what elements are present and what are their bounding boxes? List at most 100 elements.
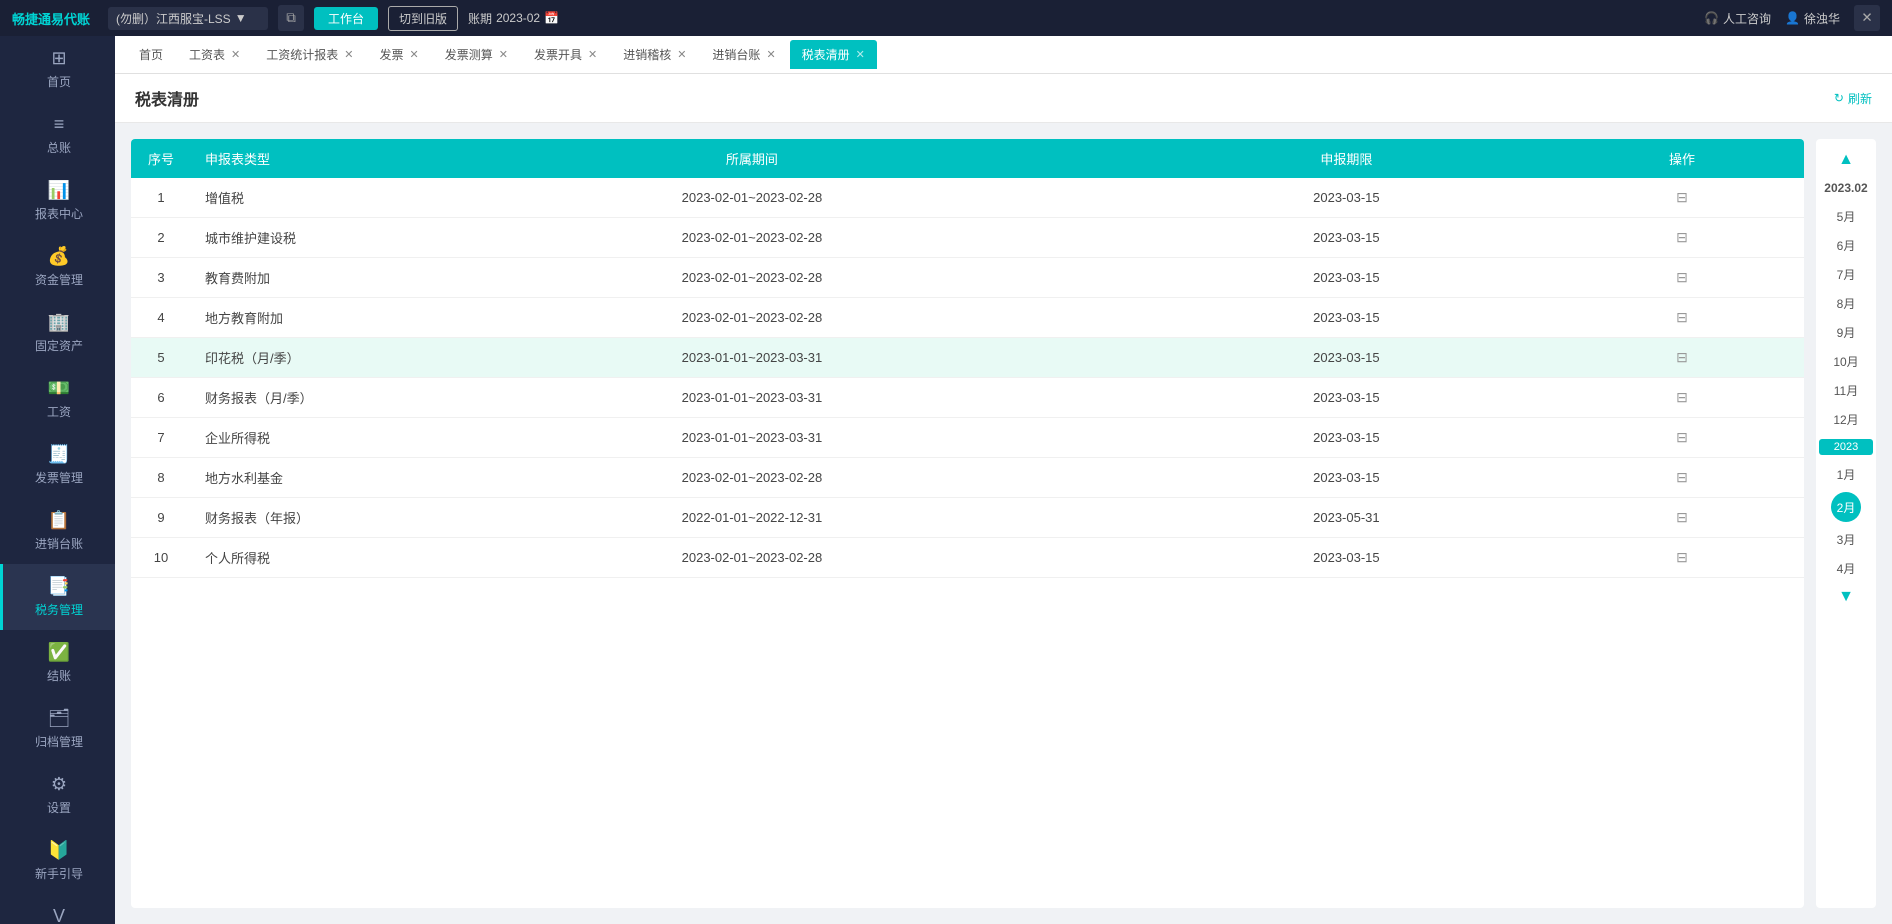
sidebar-item-payroll[interactable]: 💵 工资 — [0, 366, 115, 432]
sidebar-item-tax[interactable]: 📑 税务管理 — [0, 564, 115, 630]
tab-tax-clearance-close[interactable]: ✕ — [856, 48, 865, 61]
sidebar-item-home[interactable]: ⊞ 首页 — [0, 36, 115, 102]
action-icon[interactable]: ⊟ — [1676, 469, 1688, 485]
sidebar-item-ledger[interactable]: ≡ 总账 — [0, 102, 115, 168]
tab-payroll-stats-close[interactable]: ✕ — [344, 48, 353, 61]
closing-icon: ✅ — [48, 642, 70, 663]
side-panel-month-8[interactable]: 8月 — [1816, 290, 1876, 317]
service-button[interactable]: 🎧 人工咨询 — [1704, 10, 1771, 27]
tab-invoice-open-close[interactable]: ✕ — [588, 48, 597, 61]
tab-home[interactable]: 首页 — [127, 40, 175, 69]
action-icon[interactable]: ⊟ — [1676, 429, 1688, 445]
vip-icon: V — [53, 906, 65, 924]
tab-home-label: 首页 — [139, 46, 163, 63]
company-name: (勿删）江西服宝-LSS — [116, 10, 231, 27]
cell-action: ⊟ — [1560, 178, 1804, 218]
sidebar-label-archive: 归档管理 — [35, 733, 83, 750]
side-panel-month-5[interactable]: 5月 — [1816, 203, 1876, 230]
side-panel-year-2023: 2023 — [1819, 439, 1873, 455]
reports-icon: 📊 — [48, 180, 70, 201]
side-panel-month-6[interactable]: 6月 — [1816, 232, 1876, 259]
side-panel-month-7[interactable]: 7月 — [1816, 261, 1876, 288]
cell-period: 2023-02-01~2023-02-28 — [371, 538, 1133, 578]
action-icon[interactable]: ⊟ — [1676, 309, 1688, 325]
tab-invoice-calc-label: 发票测算 — [445, 46, 493, 63]
cell-no: 9 — [131, 498, 191, 538]
refresh-button[interactable]: ↻ 刷新 — [1834, 90, 1872, 107]
side-panel-month-2-active[interactable]: 2月 — [1831, 492, 1861, 522]
side-panel-month-9[interactable]: 9月 — [1816, 319, 1876, 346]
home-icon: ⊞ — [51, 48, 66, 69]
tab-invoice-calc[interactable]: 发票测算 ✕ — [433, 40, 520, 69]
side-panel-month-3[interactable]: 3月 — [1816, 526, 1876, 553]
sidebar-item-fund[interactable]: 💰 资金管理 — [0, 234, 115, 300]
action-icon[interactable]: ⊟ — [1676, 389, 1688, 405]
sidebar-item-settings[interactable]: ⚙ 设置 — [0, 762, 115, 828]
cell-period: 2023-01-01~2023-03-31 — [371, 418, 1133, 458]
tab-payroll[interactable]: 工资表 ✕ — [177, 40, 252, 69]
action-icon[interactable]: ⊟ — [1676, 229, 1688, 245]
cell-no: 3 — [131, 258, 191, 298]
sidebar-item-reports[interactable]: 📊 报表中心 — [0, 168, 115, 234]
sidebar-item-vip[interactable]: V 畅会员 — [0, 894, 115, 924]
sidebar-item-newbie[interactable]: 🔰 新手引导 — [0, 828, 115, 894]
side-panel-month-1[interactable]: 1月 — [1816, 461, 1876, 488]
cell-type: 财务报表（年报） — [191, 498, 371, 538]
content-area: 首页 工资表 ✕ 工资统计报表 ✕ 发票 ✕ 发票测算 ✕ 发票开具 ✕ — [115, 36, 1892, 924]
invoice-mgmt-icon: 🧾 — [48, 444, 70, 465]
switch-old-button[interactable]: 切到旧版 — [388, 6, 458, 31]
sidebar-item-closing[interactable]: ✅ 结账 — [0, 630, 115, 696]
cell-no: 6 — [131, 378, 191, 418]
action-icon[interactable]: ⊟ — [1676, 549, 1688, 565]
close-button[interactable]: ✕ — [1854, 5, 1880, 31]
side-panel-down-btn[interactable]: ▼ — [1834, 584, 1858, 610]
sidebar-label-home: 首页 — [47, 73, 71, 90]
cell-no: 1 — [131, 178, 191, 218]
tab-inout-check-close[interactable]: ✕ — [677, 48, 686, 61]
table-row: 7 企业所得税 2023-01-01~2023-03-31 2023-03-15… — [131, 418, 1804, 458]
table-row: 4 地方教育附加 2023-02-01~2023-02-28 2023-03-1… — [131, 298, 1804, 338]
tab-invoice-open[interactable]: 发票开具 ✕ — [522, 40, 609, 69]
side-panel-month-11[interactable]: 11月 — [1816, 377, 1876, 404]
side-panel-up-btn[interactable]: ▲ — [1834, 147, 1858, 173]
side-panel-month-4[interactable]: 4月 — [1816, 555, 1876, 582]
tab-payroll-stats[interactable]: 工资统计报表 ✕ — [254, 40, 365, 69]
sidebar-label-newbie: 新手引导 — [35, 865, 83, 882]
headset-icon: 🎧 — [1704, 11, 1719, 25]
workbench-button[interactable]: 工作台 — [314, 7, 378, 30]
col-period: 所属期间 — [371, 139, 1133, 178]
sidebar-item-fixed-assets[interactable]: 🏢 固定资产 — [0, 300, 115, 366]
tab-inout-ledger[interactable]: 进销台账 ✕ — [700, 40, 787, 69]
payroll-icon: 💵 — [48, 378, 70, 399]
tab-inout-check[interactable]: 进销稽核 ✕ — [611, 40, 698, 69]
side-panel-month-10[interactable]: 10月 — [1816, 348, 1876, 375]
tab-payroll-label: 工资表 — [189, 46, 225, 63]
tab-invoice-close[interactable]: ✕ — [410, 48, 419, 61]
action-icon[interactable]: ⊟ — [1676, 349, 1688, 365]
action-icon[interactable]: ⊟ — [1676, 269, 1688, 285]
cell-no: 8 — [131, 458, 191, 498]
action-icon[interactable]: ⊟ — [1676, 189, 1688, 205]
tab-inout-ledger-close[interactable]: ✕ — [766, 48, 775, 61]
action-icon[interactable]: ⊟ — [1676, 509, 1688, 525]
tab-tax-clearance[interactable]: 税表清册 ✕ — [790, 40, 877, 69]
user-menu[interactable]: 👤 徐浊华 — [1785, 10, 1840, 27]
cell-period: 2023-02-01~2023-02-28 — [371, 458, 1133, 498]
tab-invoice-open-label: 发票开具 — [534, 46, 582, 63]
company-selector[interactable]: (勿删）江西服宝-LSS ▼ — [108, 7, 268, 30]
cell-type: 个人所得税 — [191, 538, 371, 578]
sidebar-item-inout[interactable]: 📋 进销台账 — [0, 498, 115, 564]
cell-deadline: 2023-05-31 — [1133, 498, 1560, 538]
tab-payroll-close[interactable]: ✕ — [231, 48, 240, 61]
tab-invoice-calc-close[interactable]: ✕ — [499, 48, 508, 61]
side-panel-month-12[interactable]: 12月 — [1816, 406, 1876, 433]
top-bar: 畅捷通易代账 (勿删）江西服宝-LSS ▼ ⧉ 工作台 切到旧版 账期 2023… — [0, 0, 1892, 36]
copy-icon-btn[interactable]: ⧉ — [278, 5, 304, 31]
tab-inout-check-label: 进销稽核 — [623, 46, 671, 63]
period-label: 账期 — [468, 10, 492, 27]
sidebar-item-invoice-mgmt[interactable]: 🧾 发票管理 — [0, 432, 115, 498]
sidebar-label-ledger: 总账 — [47, 139, 71, 156]
tab-invoice[interactable]: 发票 ✕ — [367, 40, 430, 69]
cell-deadline: 2023-03-15 — [1133, 338, 1560, 378]
sidebar-item-archive[interactable]: 🗂 归档管理 — [0, 696, 115, 762]
